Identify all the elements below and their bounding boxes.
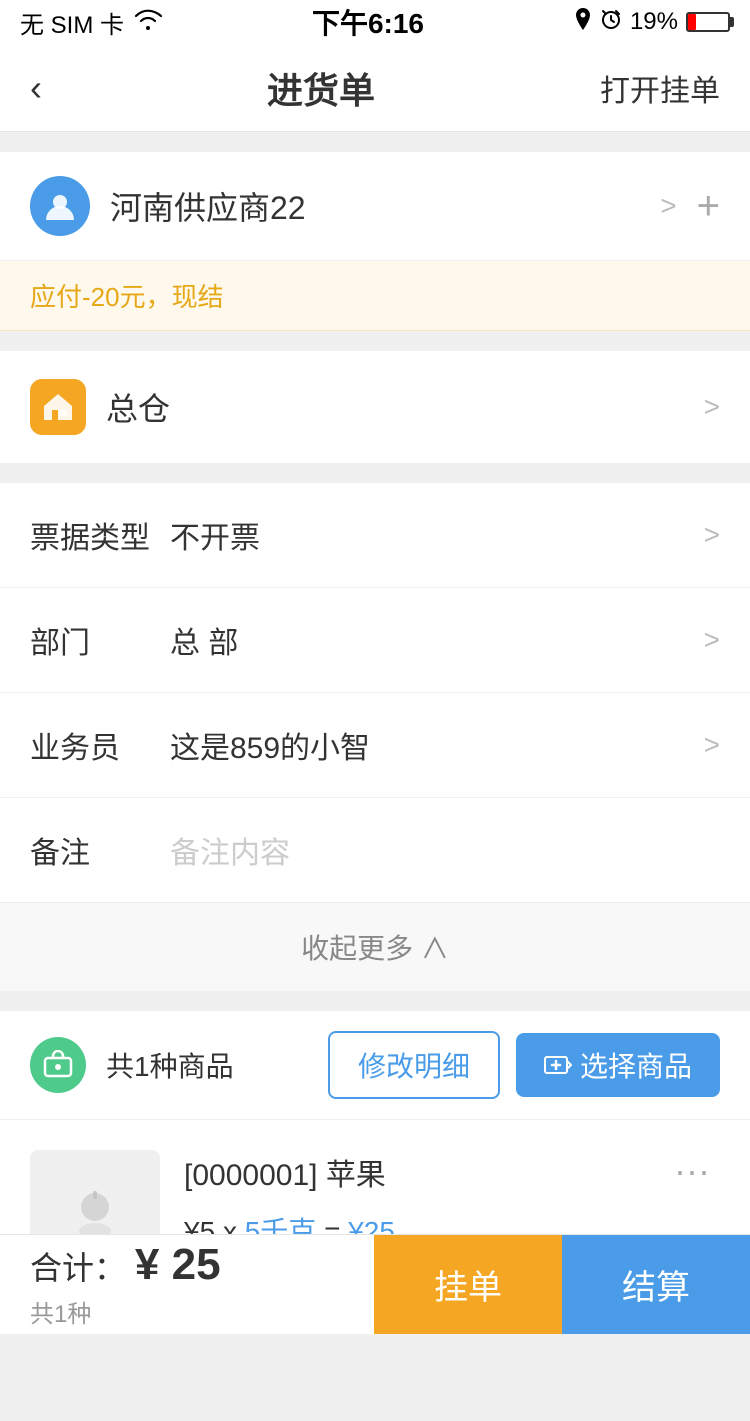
select-product-button[interactable]: 选择商品 — [516, 1033, 720, 1097]
department-label: 部门 — [30, 618, 170, 662]
warehouse-chevron-icon: > — [704, 391, 720, 423]
carrier-label: 无 SIM 卡 — [20, 5, 124, 40]
status-bar: 无 SIM 卡 下午6:16 — [0, 0, 750, 44]
supplier-avatar — [30, 176, 90, 236]
footer-total-sub: 共1种 — [30, 1294, 344, 1329]
edit-detail-button[interactable]: 修改明细 — [328, 1031, 500, 1099]
divider-1 — [0, 132, 750, 152]
warehouse-section: 总仓 > — [0, 351, 750, 463]
collapse-bar[interactable]: 收起更多 ∧ — [0, 902, 750, 991]
product-header: 共1种商品 修改明细 选择商品 — [0, 1011, 750, 1120]
alarm-icon — [600, 8, 622, 37]
footer: 合计： ¥ 25 共1种 挂单 结算 — [0, 1234, 750, 1334]
department-value: 总 部 — [170, 618, 704, 662]
invoice-type-row[interactable]: 票据类型 不开票 > — [0, 483, 750, 588]
salesman-value: 这是859的小智 — [170, 723, 704, 767]
total-amount: ¥ 25 — [135, 1240, 221, 1289]
remark-row[interactable]: 备注 备注内容 — [0, 798, 750, 902]
location-icon — [574, 8, 592, 37]
nav-bar: ‹ 进货单 打开挂单 — [0, 44, 750, 132]
page-title: 进货单 — [267, 62, 375, 114]
supplier-row[interactable]: 河南供应商22 > + — [0, 152, 750, 261]
department-row[interactable]: 部门 总 部 > — [0, 588, 750, 693]
salesman-chevron-icon: > — [704, 729, 720, 761]
footer-total-main: 合计： ¥ 25 — [30, 1240, 344, 1290]
checkout-button[interactable]: 结算 — [562, 1235, 750, 1334]
product-title: 苹果 — [326, 1159, 386, 1192]
product-code: [0000001] — [184, 1159, 317, 1192]
select-product-label: 选择商品 — [580, 1045, 692, 1085]
divider-4 — [0, 991, 750, 1011]
hang-button[interactable]: 挂单 — [374, 1235, 562, 1334]
status-left: 无 SIM 卡 — [20, 5, 162, 40]
battery-icon — [686, 12, 730, 32]
salesman-row[interactable]: 业务员 这是859的小智 > — [0, 693, 750, 798]
total-label: 合计： — [30, 1250, 126, 1286]
invoice-type-label: 票据类型 — [30, 513, 170, 557]
add-supplier-button[interactable]: + — [697, 184, 720, 229]
warehouse-row[interactable]: 总仓 > — [0, 351, 750, 463]
supplier-name: 河南供应商22 — [110, 183, 660, 229]
invoice-type-value: 不开票 — [170, 513, 704, 557]
supplier-chevron-icon: > — [660, 190, 676, 222]
wifi-icon — [134, 8, 162, 37]
remark-label: 备注 — [30, 828, 170, 872]
status-right: 19% — [574, 8, 730, 37]
battery-percentage: 19% — [630, 8, 678, 36]
back-button[interactable]: ‹ — [30, 67, 42, 109]
product-count-icon — [30, 1037, 86, 1093]
open-hang-button[interactable]: 打开挂单 — [600, 66, 720, 110]
department-chevron-icon: > — [704, 624, 720, 656]
salesman-label: 业务员 — [30, 723, 170, 767]
footer-total: 合计： ¥ 25 共1种 — [0, 1240, 374, 1329]
product-count-text: 共1种商品 — [106, 1045, 328, 1085]
supplier-info-banner: 应付-20元，现结 — [0, 261, 750, 331]
form-section: 票据类型 不开票 > 部门 总 部 > 业务员 这是859的小智 > 备注 备注… — [0, 483, 750, 902]
warehouse-icon — [30, 379, 86, 435]
status-time: 下午6:16 — [312, 2, 424, 42]
warehouse-name: 总仓 — [106, 384, 704, 430]
supplier-section: 河南供应商22 > + 应付-20元，现结 — [0, 152, 750, 331]
product-name: [0000001] 苹果 — [184, 1150, 664, 1194]
remark-placeholder: 备注内容 — [170, 828, 720, 872]
divider-3 — [0, 463, 750, 483]
product-more-button[interactable]: ··· — [664, 1150, 720, 1192]
invoice-type-chevron-icon: > — [704, 519, 720, 551]
divider-2 — [0, 331, 750, 351]
